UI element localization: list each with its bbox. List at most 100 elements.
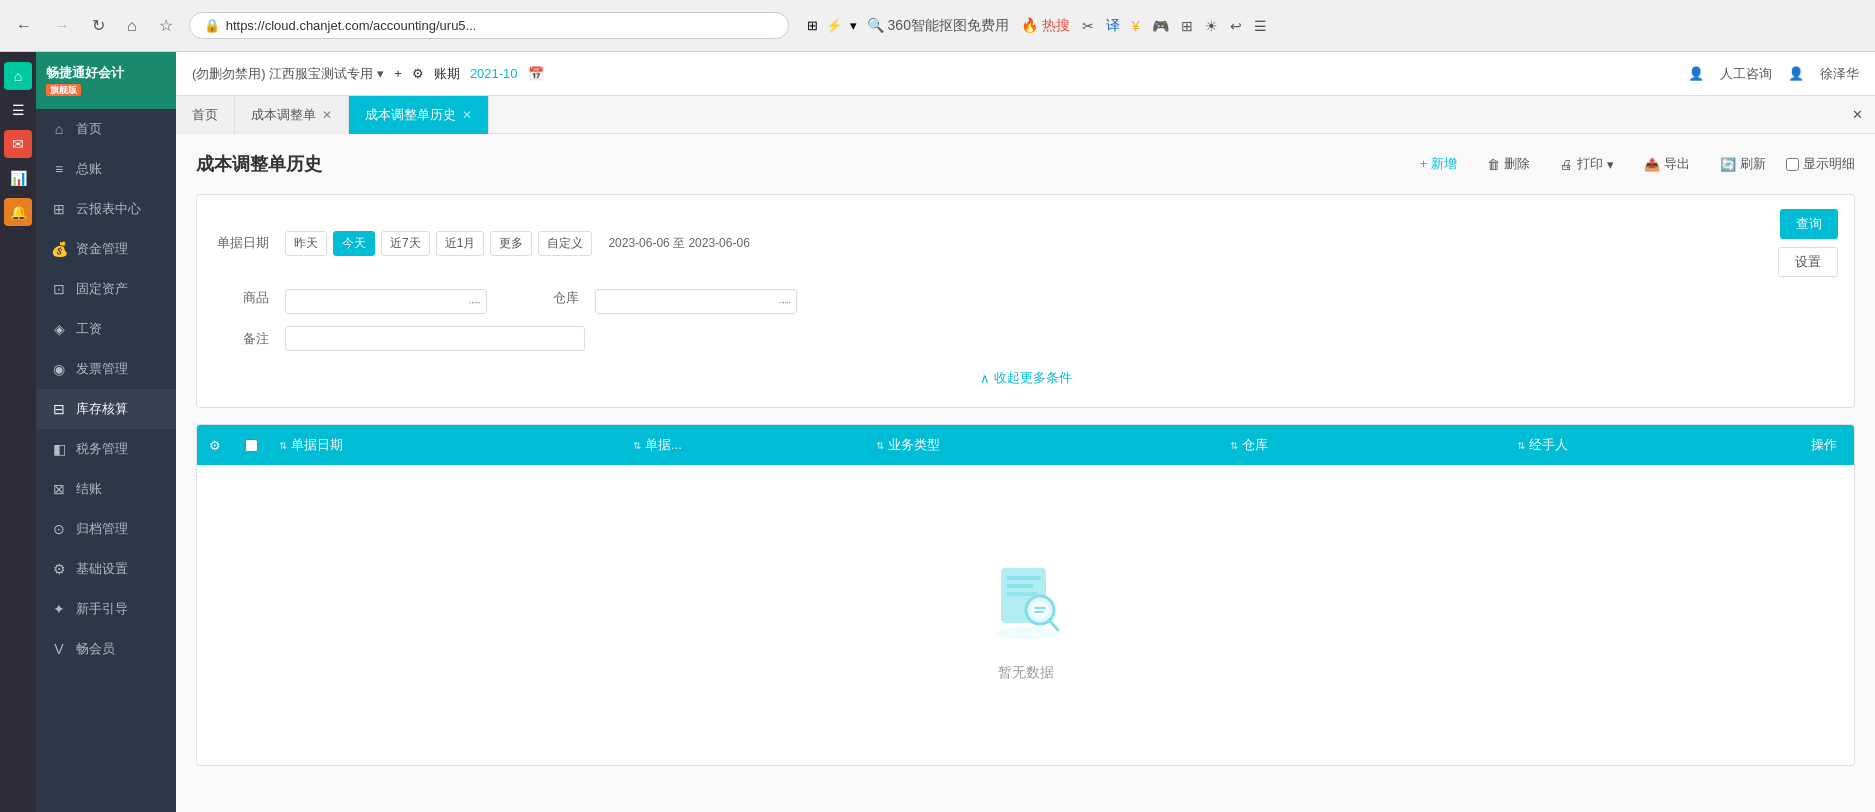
page-title: 成本调整单历史	[196, 152, 322, 176]
company-select[interactable]: (勿删勿禁用) 江西服宝测试专用 ▾	[192, 65, 384, 83]
main-area: (勿删勿禁用) 江西服宝测试专用 ▾ + ⚙ 账期 2021-10 📅 👤 人工…	[176, 52, 1875, 812]
query-button[interactable]: 查询	[1780, 209, 1838, 239]
lock-icon: 🔒	[204, 18, 220, 33]
remark-input[interactable]	[285, 326, 585, 351]
date-btn-7days[interactable]: 近7天	[381, 231, 430, 256]
sidebar-item-archive[interactable]: ⊙ 归档管理	[36, 509, 176, 549]
filter-right-actions: 查询 设置	[1778, 209, 1838, 277]
collapse-button[interactable]: ∧ 收起更多条件	[974, 363, 1078, 393]
close-all-tabs[interactable]: ✕	[1840, 107, 1875, 122]
wallet-icon[interactable]: ¥	[1132, 18, 1140, 34]
sidebar-item-settings[interactable]: ⚙ 基础设置	[36, 549, 176, 589]
th-warehouse[interactable]: ⇅ 仓库	[1220, 436, 1507, 454]
sidebar-label-settings: 基础设置	[76, 560, 128, 578]
funds-icon: 💰	[50, 241, 68, 257]
print-dropdown-icon: ▾	[1607, 157, 1614, 172]
table-select-all-checkbox[interactable]	[233, 439, 269, 452]
print-button[interactable]: 🖨 打印 ▾	[1550, 150, 1624, 178]
delete-button[interactable]: 🗑 删除	[1477, 150, 1540, 178]
add-company-icon[interactable]: +	[394, 66, 402, 81]
icon-bar-orange[interactable]: 🔔	[4, 198, 32, 226]
sidebar-item-tax[interactable]: ◧ 税务管理	[36, 429, 176, 469]
tab-cost-adjustment-history[interactable]: 成本调整单历史 ✕	[349, 96, 489, 134]
tab-cost-adjustment[interactable]: 成本调整单 ✕	[235, 96, 349, 134]
search-icon[interactable]: 🔍 360智能抠图免费用	[867, 17, 1009, 35]
bookmark-button[interactable]: ☆	[153, 12, 179, 39]
user-name[interactable]: 徐泽华	[1820, 65, 1859, 83]
tab-cost-adjustment-history-close[interactable]: ✕	[462, 108, 472, 122]
hot-search-icon[interactable]: 🔥 热搜	[1021, 17, 1070, 35]
reload-button[interactable]: ↻	[86, 12, 111, 39]
tab-cost-adjustment-close[interactable]: ✕	[322, 108, 332, 122]
undo-icon[interactable]: ↩	[1230, 18, 1242, 34]
sort-icon-warehouse: ⇅	[1230, 440, 1238, 451]
sidebar-item-salary[interactable]: ◈ 工资	[36, 309, 176, 349]
goods-select[interactable]	[285, 289, 487, 314]
icon-bar-list[interactable]: ☰	[4, 96, 32, 124]
th-number-label: 单据...	[645, 436, 682, 454]
chevron-down-icon[interactable]: ▾	[850, 18, 857, 33]
sort-icon-number: ⇅	[633, 440, 641, 451]
sidebar-item-member[interactable]: V 畅会员	[36, 629, 176, 669]
sidebar-item-checkout[interactable]: ⊠ 结账	[36, 469, 176, 509]
lightning-icon[interactable]: ⚡	[826, 18, 842, 33]
user-avatar-icon: 👤	[1788, 66, 1804, 81]
th-date[interactable]: ⇅ 单据日期	[269, 436, 623, 454]
back-button[interactable]: ←	[10, 13, 38, 39]
address-bar[interactable]: 🔒 https://cloud.chanjet.com/accounting/u…	[189, 12, 789, 39]
icon-bar-chart[interactable]: 📊	[4, 164, 32, 192]
goods-filter-label: 商品	[213, 289, 269, 307]
app-wrapper: ⌂ ☰ ✉ 📊 🔔 畅捷通好会计 旗舰版 ⌂ 首页 ≡ 总账 ⊞ 云报表中心	[0, 52, 1875, 812]
game-icon[interactable]: 🎮	[1152, 18, 1169, 34]
brightness-icon[interactable]: ☀	[1205, 18, 1218, 34]
th-number[interactable]: ⇅ 单据...	[623, 436, 866, 454]
date-btn-yesterday[interactable]: 昨天	[285, 231, 327, 256]
sidebar-item-ledger[interactable]: ≡ 总账	[36, 149, 176, 189]
apps-icon[interactable]: ⊞	[1181, 18, 1193, 34]
table-header: ⚙ ⇅ 单据日期 ⇅ 单据... ⇅ 业务类型	[197, 425, 1854, 465]
sidebar-item-fixed-assets[interactable]: ⊡ 固定资产	[36, 269, 176, 309]
th-actions: 操作	[1794, 436, 1854, 454]
sidebar-item-inventory[interactable]: ⊟ 库存核算	[36, 389, 176, 429]
date-btn-custom[interactable]: 自定义	[538, 231, 592, 256]
settings-gear-icon[interactable]: ⚙	[412, 66, 424, 81]
show-columns-checkbox[interactable]: 显示明细	[1786, 155, 1855, 173]
home-button[interactable]: ⌂	[121, 13, 143, 39]
date-btn-more[interactable]: 更多	[490, 231, 532, 256]
settings-icon: ⚙	[50, 561, 68, 577]
icon-bar-home[interactable]: ⌂	[4, 62, 32, 90]
th-handler-label: 经手人	[1529, 436, 1568, 454]
scissors-icon[interactable]: ✂	[1082, 18, 1094, 34]
filter-settings-button[interactable]: 设置	[1778, 247, 1838, 277]
refresh-button[interactable]: 🔄 刷新	[1710, 150, 1776, 178]
page-actions: + 新增 🗑 删除 🖨 打印 ▾ 📤 导出 🔄	[1410, 150, 1855, 178]
forward-button[interactable]: →	[48, 13, 76, 39]
user-service-link[interactable]: 人工咨询	[1720, 65, 1772, 83]
sort-icon-date: ⇅	[279, 440, 287, 451]
select-all-input[interactable]	[245, 439, 258, 452]
sidebar-label-funds: 资金管理	[76, 240, 128, 258]
grid-icon[interactable]: ⊞	[807, 18, 818, 33]
th-type[interactable]: ⇅ 业务类型	[866, 436, 1220, 454]
table-settings-icon[interactable]: ⚙	[197, 438, 233, 453]
sidebar-item-guide[interactable]: ✦ 新手引导	[36, 589, 176, 629]
show-columns-input[interactable]	[1786, 158, 1799, 171]
icon-bar-red[interactable]: ✉	[4, 130, 32, 158]
tab-home[interactable]: 首页	[176, 96, 235, 134]
account-period-label: 账期	[434, 65, 460, 83]
export-button[interactable]: 📤 导出	[1634, 150, 1700, 178]
th-handler[interactable]: ⇅ 经手人	[1507, 436, 1794, 454]
translate-icon[interactable]: 译	[1106, 17, 1120, 35]
sidebar-item-invoice[interactable]: ◉ 发票管理	[36, 349, 176, 389]
menu-icon[interactable]: ☰	[1254, 18, 1267, 34]
new-button[interactable]: + 新增	[1410, 150, 1467, 178]
date-btn-today[interactable]: 今天	[333, 231, 375, 256]
calendar-icon[interactable]: 📅	[528, 66, 544, 81]
sidebar-item-reports[interactable]: ⊞ 云报表中心	[36, 189, 176, 229]
collapse-label: 收起更多条件	[994, 369, 1072, 387]
date-filter-label: 单据日期	[213, 234, 269, 252]
date-btn-1month[interactable]: 近1月	[436, 231, 485, 256]
sidebar-item-funds[interactable]: 💰 资金管理	[36, 229, 176, 269]
warehouse-select[interactable]	[595, 289, 797, 314]
sidebar-item-home[interactable]: ⌂ 首页	[36, 109, 176, 149]
